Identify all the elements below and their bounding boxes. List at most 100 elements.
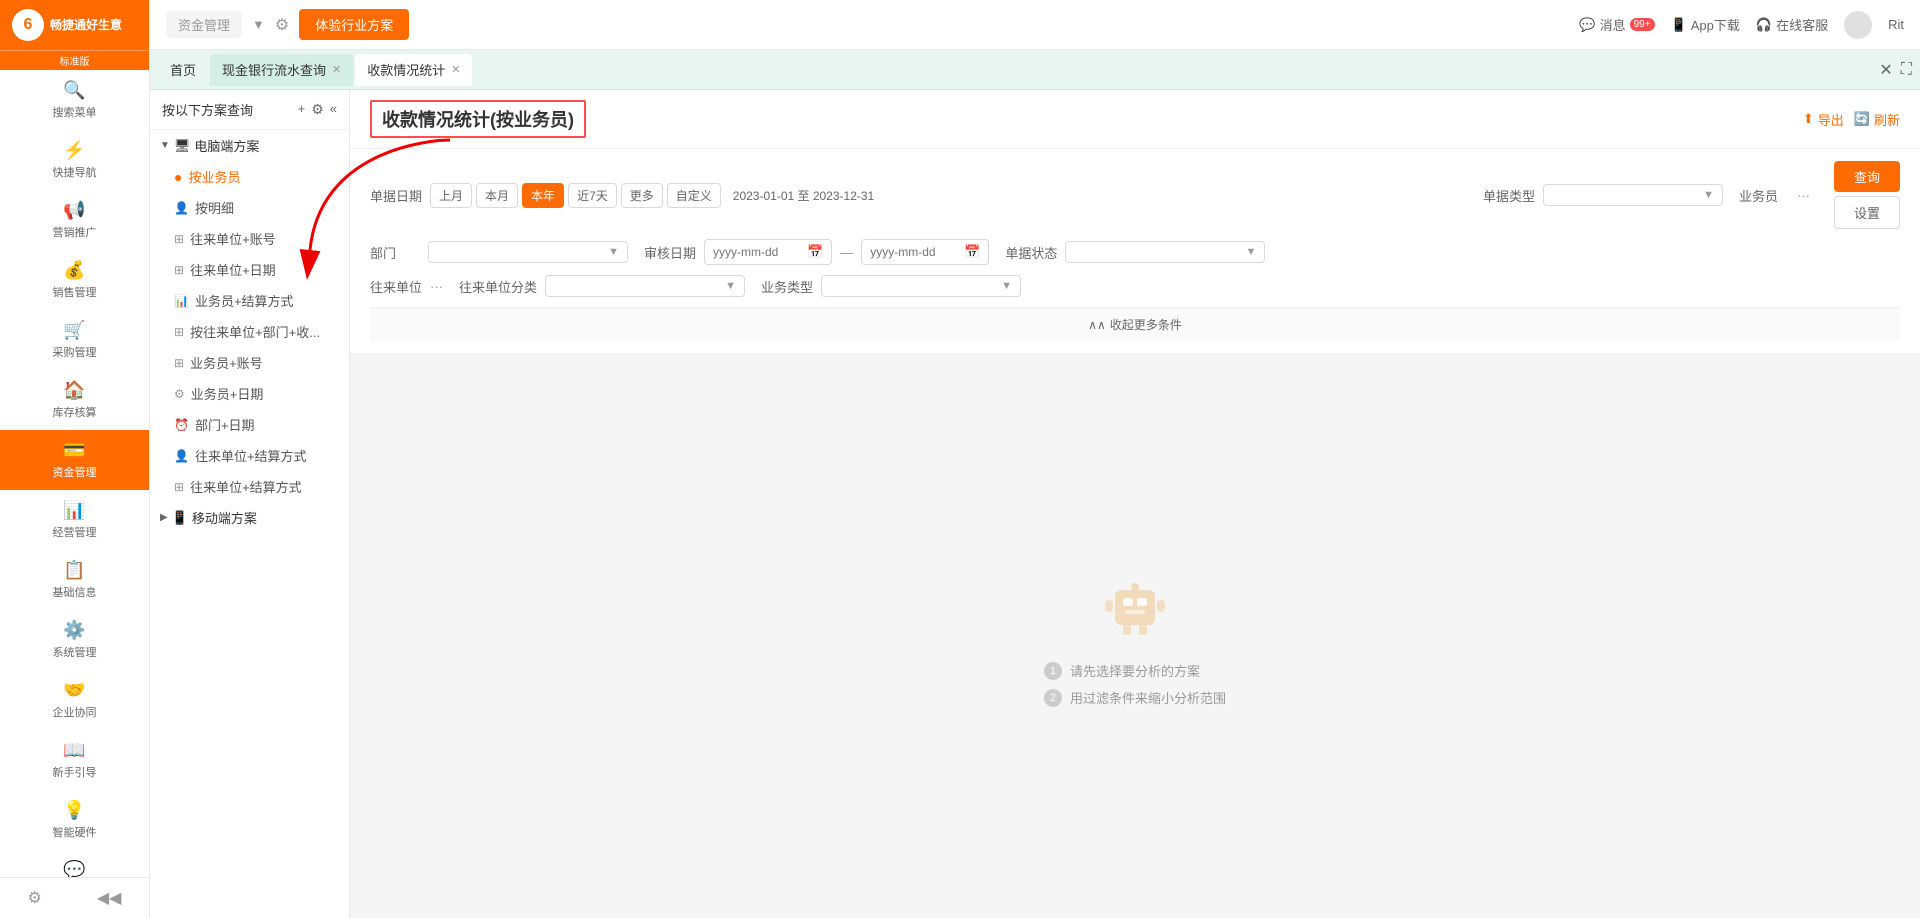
scheme-item-salesperson-date[interactable]: ⚙ 业务员+日期 xyxy=(150,378,349,409)
empty-icon xyxy=(1095,565,1175,645)
scheme-collapse-icon[interactable]: « xyxy=(330,101,337,118)
step-num-2: 2 xyxy=(1044,689,1062,707)
dept-date-icon: ⏰ xyxy=(174,418,189,432)
salesperson-more-dots[interactable]: ··· xyxy=(1797,188,1810,203)
sidebar-label-inventory: 库存核算 xyxy=(53,404,97,420)
topbar-settings-icon[interactable]: ⚙ xyxy=(275,15,289,35)
date-btn-7days[interactable]: 近7天 xyxy=(568,183,617,208)
business-type-select[interactable]: ▼ xyxy=(821,275,1021,297)
desktop-icon: 🖥 xyxy=(174,138,191,154)
trial-button[interactable]: 体验行业方案 xyxy=(299,9,409,40)
purchase-icon: 🛒 xyxy=(63,320,85,341)
app-download-button[interactable]: 📱 App下载 xyxy=(1671,15,1740,34)
sidebar-settings-btn[interactable]: ⚙ xyxy=(28,888,42,908)
sidebar-item-system[interactable]: ⚙️ 系统管理 xyxy=(0,610,149,670)
messages-button[interactable]: 💬 消息 99+ xyxy=(1579,15,1654,34)
dept-select[interactable]: ▼ xyxy=(428,241,628,263)
filter-item-voucher-status: 单据状态 ▼ xyxy=(1005,241,1265,263)
counterpart-dept-collection-label: 按往来单位+部门+收... xyxy=(190,322,320,341)
sidebar-item-search[interactable]: 🔍 搜索菜单 xyxy=(0,70,149,130)
counterpart-date-icon: ⊞ xyxy=(174,263,184,277)
mobile-group-label: 移动端方案 xyxy=(192,508,257,527)
refresh-button[interactable]: 🔄 刷新 xyxy=(1854,110,1900,129)
scheme-item-salesperson-account[interactable]: ⊞ 业务员+账号 xyxy=(150,347,349,378)
sidebar-item-hardware[interactable]: 💡 智能硬件 xyxy=(0,790,149,850)
scheme-group-desktop-header[interactable]: ▼ 🖥 电脑端方案 xyxy=(150,130,349,161)
sidebar-item-purchase[interactable]: 🛒 采购管理 xyxy=(0,310,149,370)
scheme-group-mobile-header[interactable]: ▶ 📱 移动端方案 xyxy=(150,502,349,533)
tab-bank-flow[interactable]: 现金银行流水查询 ✕ xyxy=(210,54,353,86)
export-button[interactable]: ⬆ 导出 xyxy=(1803,110,1844,129)
voucher-type-select[interactable]: ▼ xyxy=(1543,184,1723,206)
sidebar-item-operation[interactable]: 📊 经营管理 xyxy=(0,490,149,550)
date-btn-this-month[interactable]: 本月 xyxy=(476,183,518,208)
avatar[interactable] xyxy=(1844,11,1872,39)
topbar: 资金管理 ▼ ⚙ 体验行业方案 💬 消息 99+ 📱 App下载 🎧 在线客服 … xyxy=(150,0,1920,50)
online-service-button[interactable]: 🎧 在线客服 xyxy=(1756,15,1828,34)
page-header: 收款情况统计(按业务员) ⬆ 导出 🔄 刷新 xyxy=(350,90,1920,149)
settings-button[interactable]: 设置 xyxy=(1834,196,1900,229)
sidebar-item-shortcut[interactable]: ⚡ 快捷导航 xyxy=(0,130,149,190)
counterpart-more-dots[interactable]: ··· xyxy=(430,279,443,294)
sidebar-item-basic[interactable]: 📋 基础信息 xyxy=(0,550,149,610)
sidebar-item-enterprise[interactable]: 🤝 企业协同 xyxy=(0,670,149,730)
tab-home[interactable]: 首页 xyxy=(158,54,208,86)
date-btn-custom[interactable]: 自定义 xyxy=(667,183,721,208)
collection-tab-close[interactable]: ✕ xyxy=(451,63,460,76)
sidebar-item-guide[interactable]: 📖 新手引导 xyxy=(0,730,149,790)
page-title: 收款情况统计(按业务员) xyxy=(370,100,586,138)
step-num-1: 1 xyxy=(1044,662,1062,680)
by-salesperson-icon: ● xyxy=(174,169,182,185)
tab-collection[interactable]: 收款情况统计 ✕ xyxy=(355,54,472,86)
query-button[interactable]: 查询 xyxy=(1834,161,1900,192)
page-content: 按以下方案查询 + ⚙ « ▼ 🖥 电脑端方案 ● 按业务员 xyxy=(150,90,1920,918)
filter-item-business-type: 业务类型 ▼ xyxy=(761,275,1021,297)
voucher-status-select[interactable]: ▼ xyxy=(1065,241,1265,263)
scheme-item-counterpart-settlement2[interactable]: ⊞ 往来单位+结算方式 xyxy=(150,471,349,502)
scheme-item-counterpart-settlement1[interactable]: 👤 往来单位+结算方式 xyxy=(150,440,349,471)
scheme-settings-icon[interactable]: ⚙ xyxy=(311,101,324,118)
topbar-dropdown-icon[interactable]: ▼ xyxy=(252,17,265,32)
scheme-item-dept-date[interactable]: ⏰ 部门+日期 xyxy=(150,409,349,440)
counterpart-settlement1-icon: 👤 xyxy=(174,449,189,463)
date-btn-this-year[interactable]: 本年 xyxy=(522,183,564,208)
logo-icon: 6 xyxy=(12,9,44,41)
salesperson-date-label: 业务员+日期 xyxy=(191,384,264,403)
sidebar-item-wechat[interactable]: 💬 企业微信 xyxy=(0,850,149,877)
sidebar-item-inventory[interactable]: 🏠 库存核算 xyxy=(0,370,149,430)
sidebar-item-sales[interactable]: 💰 销售管理 xyxy=(0,250,149,310)
service-icon: 🎧 xyxy=(1756,17,1772,33)
review-date-end-input[interactable]: 📅 xyxy=(861,239,989,265)
calendar-start-icon[interactable]: 📅 xyxy=(807,244,823,260)
salesperson-settlement-label: 业务员+结算方式 xyxy=(195,291,294,310)
date-btn-more[interactable]: 更多 xyxy=(621,183,663,208)
scheme-item-counterpart-dept-collection[interactable]: ⊞ 按往来单位+部门+收... xyxy=(150,316,349,347)
close-all-tabs-icon[interactable]: ✕ xyxy=(1879,60,1892,80)
query-settings-buttons: 查询 设置 xyxy=(1834,161,1900,229)
counterpart-type-select[interactable]: ▼ xyxy=(545,275,745,297)
sidebar-collapse-btn[interactable]: ◀◀ xyxy=(97,888,122,908)
scheme-add-icon[interactable]: + xyxy=(298,101,306,118)
shortcut-icon: ⚡ xyxy=(63,140,85,161)
review-date-end-field[interactable] xyxy=(870,245,960,259)
date-btn-last-month[interactable]: 上月 xyxy=(430,183,472,208)
search-icon: 🔍 xyxy=(63,80,85,101)
calendar-end-icon[interactable]: 📅 xyxy=(964,244,980,260)
collapse-bar[interactable]: ∧∧ 收起更多条件 xyxy=(370,307,1900,341)
business-type-label: 业务类型 xyxy=(761,277,813,296)
app-download-label: App下载 xyxy=(1691,15,1740,34)
scheme-item-counterpart-account[interactable]: ⊞ 往来单位+账号 xyxy=(150,223,349,254)
scheme-item-counterpart-date[interactable]: ⊞ 往来单位+日期 xyxy=(150,254,349,285)
sidebar-item-finance[interactable]: 💳 资金管理 xyxy=(0,430,149,490)
sidebar-item-marketing[interactable]: 📢 营销推广 xyxy=(0,190,149,250)
scheme-item-by-salesperson[interactable]: ● 按业务员 xyxy=(150,161,349,192)
bank-flow-tab-close[interactable]: ✕ xyxy=(332,63,341,76)
scheme-panel: 按以下方案查询 + ⚙ « ▼ 🖥 电脑端方案 ● 按业务员 xyxy=(150,90,350,918)
scheme-item-by-detail[interactable]: 👤 按明细 xyxy=(150,192,349,223)
scheme-header: 按以下方案查询 + ⚙ « xyxy=(150,90,349,130)
logo-name: 畅捷通好生意 xyxy=(50,18,122,32)
scheme-item-salesperson-settlement[interactable]: 📊 业务员+结算方式 xyxy=(150,285,349,316)
review-date-start-input[interactable]: 📅 xyxy=(704,239,832,265)
review-date-start-field[interactable] xyxy=(713,245,803,259)
expand-tab-icon[interactable]: ⛶ xyxy=(1901,61,1912,79)
